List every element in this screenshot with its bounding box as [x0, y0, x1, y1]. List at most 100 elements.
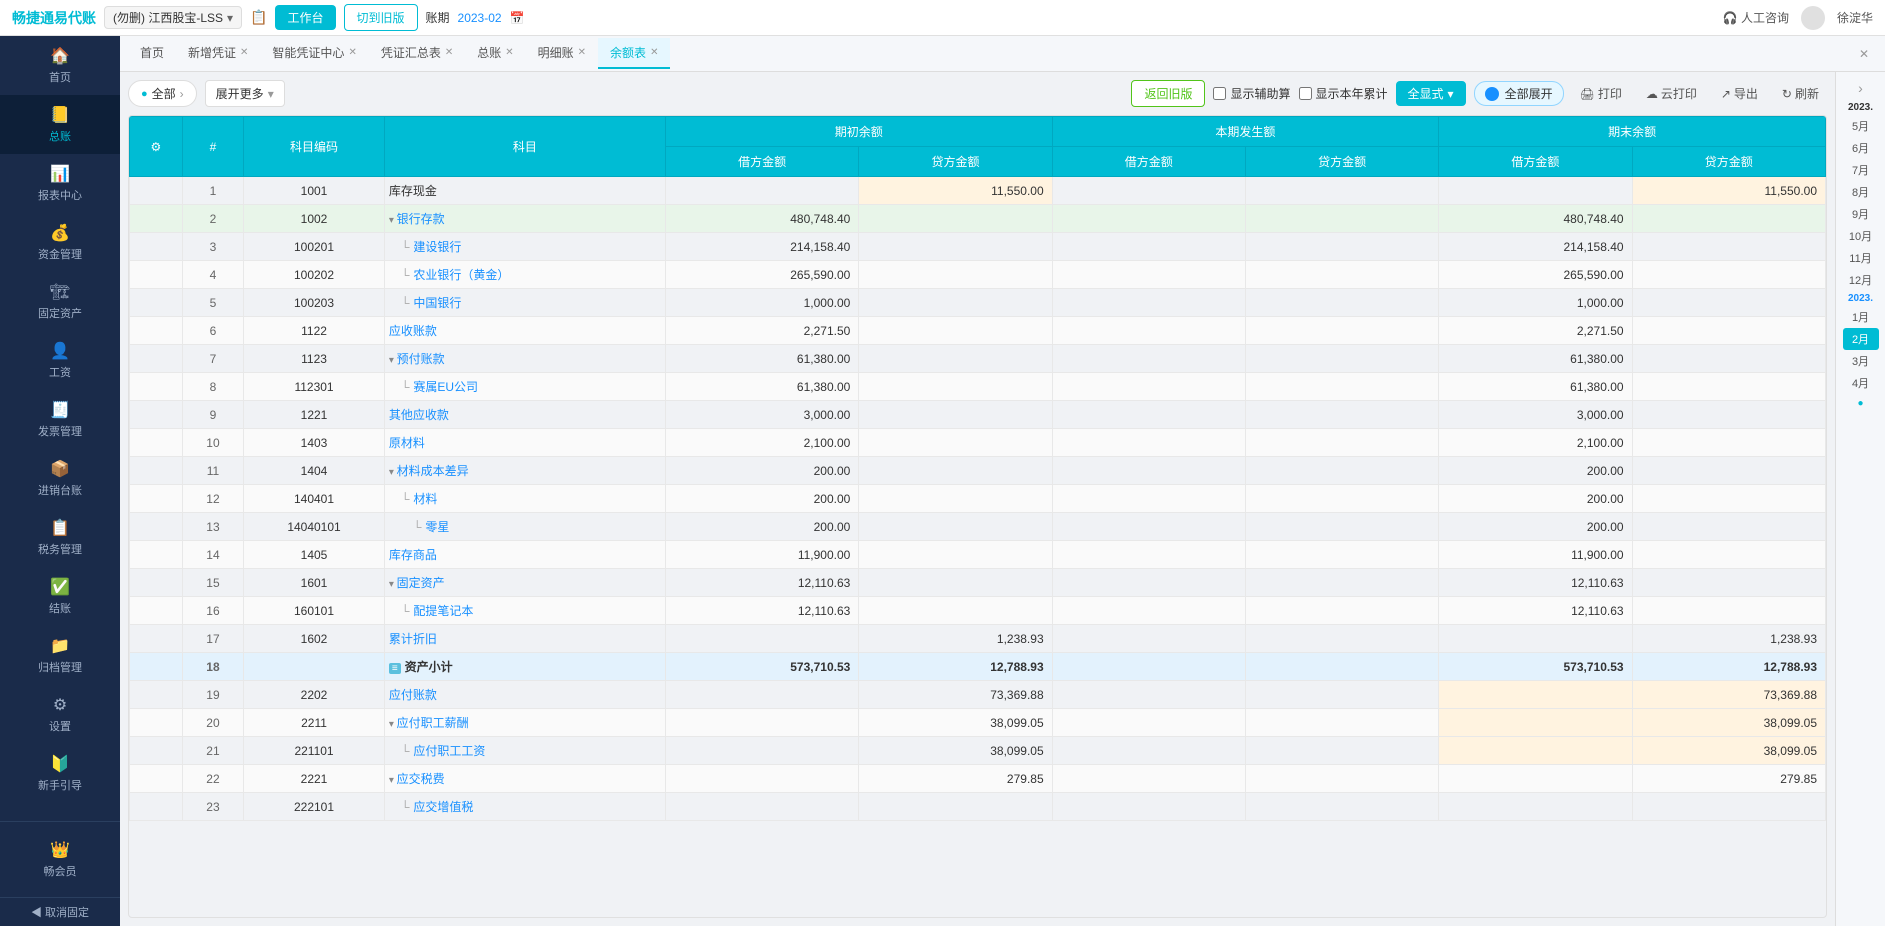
row-name[interactable]: ▾ 固定资产	[384, 569, 665, 597]
month-item-10[interactable]: 10月	[1843, 225, 1879, 247]
close-all-icon[interactable]: ✕	[1851, 47, 1877, 61]
show-aux-checkbox[interactable]	[1213, 87, 1226, 100]
filter-all-button[interactable]: ● 全部 ›	[128, 80, 197, 107]
month-item-9[interactable]: 9月	[1843, 203, 1879, 225]
row-name[interactable]: └配提笔记本	[384, 597, 665, 625]
tab-new-voucher[interactable]: 新增凭证 ✕	[176, 38, 260, 69]
amount-cell-4: 480,748.40	[1439, 205, 1632, 233]
row-name[interactable]: 应收账款	[384, 317, 665, 345]
tab-detail-ledger[interactable]: 明细账 ✕	[526, 38, 598, 69]
tab-balance-sheet[interactable]: 余额表 ✕	[598, 38, 670, 69]
close-tab-balance-sheet[interactable]: ✕	[650, 47, 658, 58]
tab-voucher-summary[interactable]: 凭证汇总表 ✕	[369, 38, 465, 69]
sidebar-item-ledger[interactable]: 📒 总账	[0, 95, 120, 154]
amount-cell-5	[1632, 317, 1825, 345]
row-name[interactable]: ▾ 应付职工薪酬	[384, 709, 665, 737]
calendar-icon[interactable]: 📅	[510, 11, 525, 25]
row-name[interactable]: └材料	[384, 485, 665, 513]
current-debit-header: 借方金额	[1052, 147, 1245, 177]
table-settings-header[interactable]: ⚙	[130, 117, 183, 177]
row-code: 1002	[244, 205, 385, 233]
workspace-button[interactable]: 工作台	[275, 5, 335, 30]
row-name[interactable]: ▾ 材料成本差异	[384, 457, 665, 485]
amount-cell-2	[1052, 513, 1245, 541]
sidebar-item-report[interactable]: 📊 报表中心	[0, 154, 120, 213]
row-name[interactable]: 其他应收款	[384, 401, 665, 429]
invoice-icon: 🧾	[50, 400, 70, 420]
close-tab-ledger[interactable]: ✕	[505, 47, 513, 58]
row-name[interactable]: └应交增值税	[384, 793, 665, 821]
sidebar-item-capital[interactable]: 💰 资金管理	[0, 213, 120, 272]
row-name[interactable]: 累计折旧	[384, 625, 665, 653]
sidebar-item-purchase[interactable]: 📦 进销台账	[0, 449, 120, 508]
month-item-8[interactable]: 8月	[1843, 181, 1879, 203]
report-icon: 📊	[50, 164, 70, 184]
row-name[interactable]: └零星	[384, 513, 665, 541]
cloud-print-button[interactable]: ☁ 云打印	[1638, 81, 1705, 106]
expand-more-button[interactable]: 展开更多 ▾	[205, 80, 285, 107]
row-num: 13	[182, 513, 244, 541]
row-settings-cell	[130, 485, 183, 513]
month-item-12[interactable]: 12月	[1843, 269, 1879, 291]
sidebar-item-tax[interactable]: 📋 税务管理	[0, 508, 120, 567]
amount-cell-3	[1245, 625, 1438, 653]
amount-cell-1	[859, 289, 1052, 317]
sidebar-item-settle[interactable]: ✅ 结账	[0, 567, 120, 626]
row-name[interactable]: 原材料	[384, 429, 665, 457]
amount-cell-5	[1632, 233, 1825, 261]
month-item-7[interactable]: 7月	[1843, 159, 1879, 181]
consult-label[interactable]: 🎧 人工咨询	[1723, 9, 1789, 26]
row-name[interactable]: 应付账款	[384, 681, 665, 709]
tab-smart-voucher[interactable]: 智能凭证中心 ✕	[260, 38, 368, 69]
row-name[interactable]: └农业银行（黄金）	[384, 261, 665, 289]
sidebar-item-guide[interactable]: 🔰 新手引导	[0, 744, 120, 803]
show-ytd-checkbox[interactable]	[1299, 87, 1312, 100]
month-item-3[interactable]: 3月	[1843, 350, 1879, 372]
sidebar-item-member[interactable]: 👑 畅会员	[0, 830, 120, 889]
month-item-4[interactable]: 4月	[1843, 372, 1879, 394]
sidebar-item-salary[interactable]: 👤 工资	[0, 331, 120, 390]
sidebar-item-invoice[interactable]: 🧾 发票管理	[0, 390, 120, 449]
full-mode-button[interactable]: 全显式 ▾	[1396, 81, 1466, 106]
sidebar-item-settings[interactable]: ⚙ 设置	[0, 685, 120, 744]
show-ytd-checkbox-group[interactable]: 显示本年累计	[1299, 85, 1388, 102]
unpin-footer[interactable]: ◀ 取消固定	[0, 897, 120, 926]
close-tab-smart-voucher[interactable]: ✕	[348, 47, 356, 58]
close-tab-detail-ledger[interactable]: ✕	[578, 47, 586, 58]
show-aux-checkbox-group[interactable]: 显示辅助算	[1213, 85, 1290, 102]
month-item-1[interactable]: 1月	[1843, 306, 1879, 328]
amount-cell-2	[1052, 177, 1245, 205]
sidebar-item-fixed[interactable]: 🏗 固定资产	[0, 272, 120, 331]
row-name[interactable]: └建设银行	[384, 233, 665, 261]
tab-home[interactable]: 首页	[128, 38, 176, 69]
row-name[interactable]: └应付职工工资	[384, 737, 665, 765]
amount-cell-1	[859, 233, 1052, 261]
month-item-2[interactable]: 2月	[1843, 328, 1879, 350]
sidebar-item-archive[interactable]: 📁 归档管理	[0, 626, 120, 685]
row-name[interactable]: └中国银行	[384, 289, 665, 317]
sidebar-item-home[interactable]: 🏠 首页	[0, 36, 120, 95]
month-item-6[interactable]: 6月	[1843, 137, 1879, 159]
month-item-11[interactable]: 11月	[1843, 247, 1879, 269]
close-tab-new-voucher[interactable]: ✕	[240, 47, 248, 58]
export-button[interactable]: ↗ 导出	[1713, 81, 1766, 106]
expand-all-toggle[interactable]: 全部展开	[1474, 81, 1564, 106]
opening-debit-header: 借方金额	[666, 147, 859, 177]
refresh-button[interactable]: ↻ 刷新	[1774, 81, 1827, 106]
old-version-button[interactable]: 切到旧版	[344, 4, 418, 31]
row-name[interactable]: └赛属EU公司	[384, 373, 665, 401]
row-name[interactable]: 库存商品	[384, 541, 665, 569]
print-label: 打印	[1598, 85, 1622, 102]
sidebar-expand-arrow[interactable]: ›	[1854, 76, 1867, 100]
print-button[interactable]: 🖨 打印	[1572, 81, 1630, 106]
tab-ledger[interactable]: 总账 ✕	[465, 38, 525, 69]
close-tab-voucher-summary[interactable]: ✕	[445, 47, 453, 58]
amount-cell-4: 12,110.63	[1439, 597, 1632, 625]
month-item-5[interactable]: 5月	[1843, 115, 1879, 137]
row-name[interactable]: ▾ 银行存款	[384, 205, 665, 233]
row-name[interactable]: ▾ 应交税费	[384, 765, 665, 793]
copy-icon[interactable]: 📋	[250, 9, 267, 26]
return-old-version-button[interactable]: 返回旧版	[1131, 80, 1205, 107]
row-name[interactable]: ▾ 预付账款	[384, 345, 665, 373]
company-selector[interactable]: (勿删) 江西股宝-LSS ▾	[104, 6, 242, 29]
